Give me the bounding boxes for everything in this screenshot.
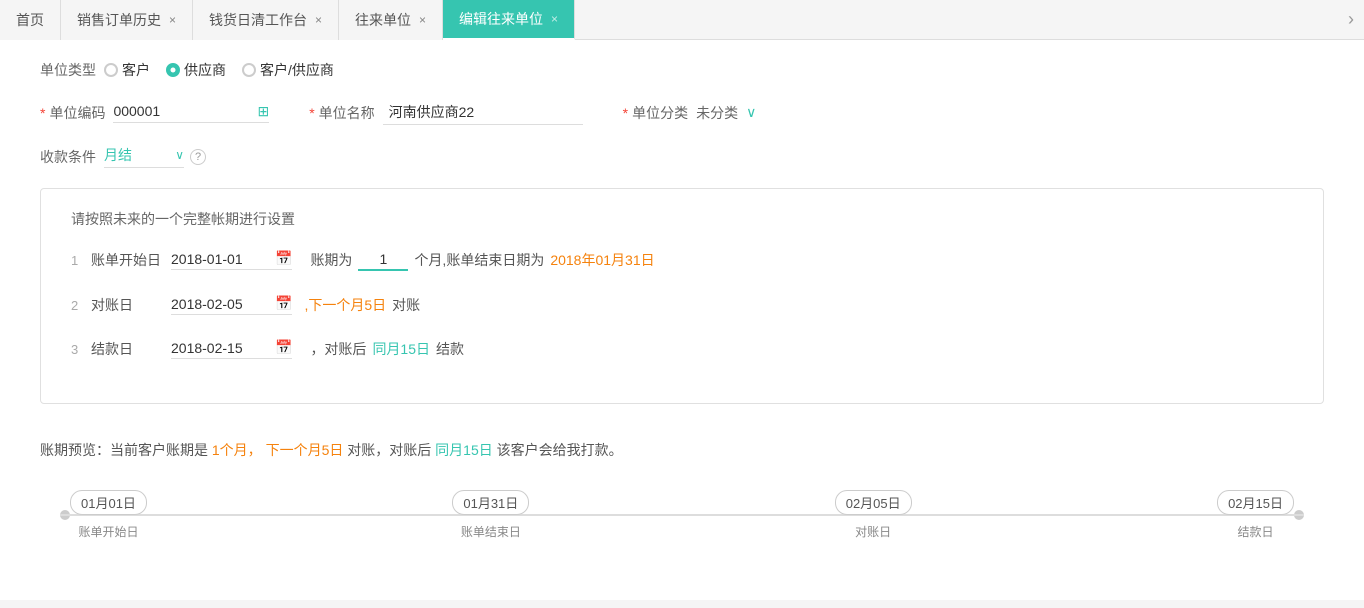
- help-icon[interactable]: ?: [190, 149, 206, 165]
- settle-suffix: 结款: [436, 339, 464, 359]
- preview-label: 账期预览：当前客户账期是: [40, 442, 208, 458]
- node-date-2: 02月05日: [835, 490, 912, 515]
- tab-expand-icon[interactable]: ›: [1338, 9, 1364, 30]
- unit-info-row: * 单位编码 ⊞ * 单位名称 * 单位分类 未分类 ∨: [40, 100, 1324, 125]
- unit-name-star: *: [309, 105, 314, 121]
- start-date-cal-icon[interactable]: 📅: [275, 250, 292, 267]
- timeline-node-1: 01月31日 账单结束日: [452, 490, 529, 540]
- start-date-input-wrap: 📅: [171, 250, 292, 270]
- tab-close-sales[interactable]: ×: [169, 13, 176, 27]
- period-prefix: 账期为: [310, 250, 352, 270]
- copy-icon[interactable]: ⊞: [257, 103, 269, 120]
- preview-part1: 1个月，: [212, 442, 262, 458]
- timeline: 01月01日 账单开始日 01月31日 账单结束日 02月05日 对账日 02月…: [40, 490, 1324, 540]
- unit-name-label: 单位名称: [319, 103, 375, 123]
- payment-condition-dropdown[interactable]: 月结 ∨: [104, 145, 184, 168]
- unit-name-field: * 单位名称: [309, 100, 582, 125]
- settle-highlight: 同月15日: [372, 339, 430, 359]
- row-num-3: 3: [71, 342, 91, 357]
- payment-condition-label: 收款条件: [40, 147, 96, 167]
- tab-close-unit[interactable]: ×: [419, 13, 426, 27]
- row-num-2: 2: [71, 298, 91, 313]
- tab-bar: 首页 销售订单历史 × 钱货日清工作台 × 往来单位 × 编辑往来单位 × ›: [0, 0, 1364, 40]
- unit-code-input[interactable]: [113, 103, 253, 119]
- panel-row-2: 2 对账日 📅 ,下一个月5日 对账: [71, 295, 1293, 315]
- timeline-node-3: 02月15日 结款日: [1217, 490, 1294, 540]
- unit-classify-star: *: [623, 105, 628, 121]
- radio-customer-supplier[interactable]: 客户/供应商: [242, 60, 334, 80]
- preview-part3: 同月15日: [435, 442, 493, 458]
- tab-edit-unit[interactable]: 编辑往来单位 ×: [443, 0, 575, 40]
- period-unit-text: 个月,账单结束日期为: [414, 250, 544, 270]
- tab-cash-work[interactable]: 钱货日清工作台 ×: [193, 0, 339, 40]
- tab-unit-from[interactable]: 往来单位 ×: [339, 0, 443, 40]
- start-date-input[interactable]: [171, 251, 271, 267]
- classify-arrow-icon: ∨: [746, 104, 756, 121]
- unit-type-row: 单位类型 客户 供应商 客户/供应商: [40, 60, 1324, 80]
- unit-classify-field: * 单位分类 未分类 ∨: [623, 103, 856, 123]
- node-label-3: 结款日: [1238, 523, 1274, 540]
- panel-row-1: 1 账单开始日 📅 账期为 个月,账单结束日期为 2018年01月31日: [71, 249, 1293, 271]
- reconcile-date-input-wrap: 📅: [171, 295, 292, 315]
- row-label-2: 对账日: [91, 295, 171, 315]
- row-num-1: 1: [71, 253, 91, 268]
- node-date-0: 01月01日: [70, 490, 147, 515]
- settle-date-input-wrap: 📅: [171, 339, 292, 359]
- preview-part2: 下一个月5日: [266, 442, 344, 458]
- payment-condition-field: 收款条件 月结 ∨ ?: [40, 145, 206, 168]
- main-content: 单位类型 客户 供应商 客户/供应商 * 单位编码: [0, 40, 1364, 600]
- node-label-2: 对账日: [855, 523, 891, 540]
- period-input[interactable]: [358, 249, 408, 271]
- settle-date-cal-icon[interactable]: 📅: [275, 339, 292, 356]
- node-date-1: 01月31日: [452, 490, 529, 515]
- reconcile-date-cal-icon[interactable]: 📅: [275, 295, 292, 312]
- radio-supplier[interactable]: 供应商: [166, 60, 226, 80]
- unit-classify-dropdown[interactable]: 未分类 ∨: [696, 103, 856, 123]
- unit-classify-label: 单位分类: [632, 103, 688, 123]
- radio-customer[interactable]: 客户: [104, 60, 150, 80]
- preview-end: 该客户会给我打款。: [497, 442, 623, 458]
- reconcile-next: ,下一个月5日: [304, 295, 386, 315]
- row-label-1: 账单开始日: [91, 250, 171, 270]
- timeline-node-0: 01月01日 账单开始日: [70, 490, 147, 540]
- tab-close-cash[interactable]: ×: [315, 13, 322, 27]
- reconcile-suffix: 对账: [392, 295, 420, 315]
- preview-text: 账期预览：当前客户账期是 1个月， 下一个月5日 对账，对账后 同月15日 该客…: [40, 440, 1324, 460]
- node-date-3: 02月15日: [1217, 490, 1294, 515]
- row-label-3: 结款日: [91, 339, 171, 359]
- timeline-node-2: 02月05日 对账日: [835, 490, 912, 540]
- unit-code-label: 单位编码: [49, 103, 105, 123]
- radio-supplier-circle: [166, 63, 180, 77]
- unit-type-label: 单位类型: [40, 60, 96, 80]
- unit-type-field: 单位类型 客户 供应商 客户/供应商: [40, 60, 334, 80]
- settle-date-input[interactable]: [171, 340, 271, 356]
- tab-sales-order-history[interactable]: 销售订单历史 ×: [61, 0, 193, 40]
- preview-section: 账期预览：当前客户账期是 1个月， 下一个月5日 对账，对账后 同月15日 该客…: [40, 424, 1324, 540]
- radio-customer-circle: [104, 63, 118, 77]
- payment-condition-value: 月结: [104, 145, 167, 165]
- preview-mid: 对账，对账后: [347, 442, 431, 458]
- timeline-nodes: 01月01日 账单开始日 01月31日 账单结束日 02月05日 对账日 02月…: [70, 490, 1294, 540]
- unit-name-input[interactable]: [383, 100, 583, 125]
- node-label-0: 账单开始日: [78, 523, 138, 540]
- end-date-display: 2018年01月31日: [550, 250, 654, 270]
- tab-home[interactable]: 首页: [0, 0, 61, 40]
- settings-panel: 请按照未来的一个完整帐期进行设置 1 账单开始日 📅 账期为 个月,账单结束日期…: [40, 188, 1324, 404]
- unit-code-star: *: [40, 105, 45, 121]
- panel-title: 请按照未来的一个完整帐期进行设置: [71, 209, 1293, 229]
- classify-value: 未分类: [696, 103, 738, 123]
- reconcile-date-input[interactable]: [171, 296, 271, 312]
- unit-code-field: * 单位编码 ⊞: [40, 103, 269, 123]
- unit-type-radio-group: 客户 供应商 客户/供应商: [104, 60, 334, 80]
- panel-row-3: 3 结款日 📅 ，对账后 同月15日 结款: [71, 339, 1293, 359]
- settle-prefix: ，对账后: [310, 339, 366, 359]
- tab-close-edit-unit[interactable]: ×: [551, 12, 558, 26]
- unit-code-input-wrap: ⊞: [113, 103, 269, 123]
- payment-dropdown-arrow: ∨: [175, 148, 184, 162]
- payment-condition-row: 收款条件 月结 ∨ ?: [40, 145, 1324, 168]
- node-label-1: 账单结束日: [461, 523, 521, 540]
- radio-cs-circle: [242, 63, 256, 77]
